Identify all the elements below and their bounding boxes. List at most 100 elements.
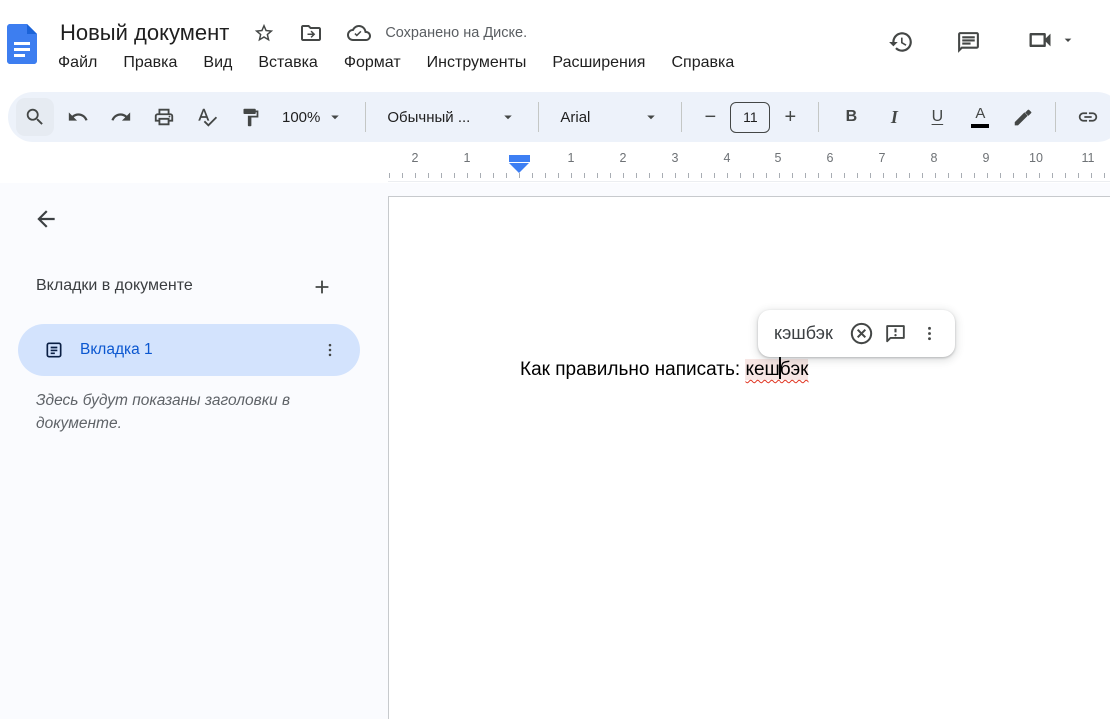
toolbar-divider xyxy=(365,102,367,132)
font-family-select[interactable]: Arial xyxy=(552,98,668,136)
arrow-drop-down-icon xyxy=(499,108,517,126)
zoom-value: 100% xyxy=(282,108,321,126)
document-title[interactable]: Новый документ xyxy=(60,20,229,46)
title-row: Новый документ Сохранено на Диске. xyxy=(60,16,527,50)
tab-document-icon xyxy=(44,340,64,360)
italic-button[interactable]: I xyxy=(875,98,913,136)
ruler-tick xyxy=(974,173,975,178)
font-size-input[interactable]: 11 xyxy=(730,101,771,133)
ruler-tick xyxy=(389,173,390,178)
zoom-select[interactable]: 100% xyxy=(274,98,352,136)
ruler-tick xyxy=(701,173,702,178)
ruler-tick xyxy=(961,173,962,178)
document-text-line[interactable]: Как правильно написать: кешбэк xyxy=(520,357,809,381)
toolbar-divider xyxy=(538,102,540,132)
close-tabs-panel-button[interactable] xyxy=(26,199,66,239)
text-color-button[interactable]: A xyxy=(961,98,999,136)
ruler-tick xyxy=(1091,173,1092,178)
paragraph-style-select[interactable]: Обычный ... xyxy=(379,98,525,136)
menu-item-file[interactable]: Файл xyxy=(58,54,97,72)
ruler-tick xyxy=(597,173,598,178)
paint-format-icon[interactable] xyxy=(231,98,269,136)
ruler-tick xyxy=(1000,173,1001,178)
menu-item-edit[interactable]: Правка xyxy=(123,54,177,72)
ruler-number: 4 xyxy=(723,151,731,165)
print-icon[interactable] xyxy=(145,98,183,136)
increase-font-size-button[interactable]: + xyxy=(775,98,805,136)
indent-marker-icon[interactable] xyxy=(508,155,530,173)
feedback-icon[interactable] xyxy=(879,317,913,351)
google-docs-logo-icon[interactable] xyxy=(7,24,37,64)
highlight-color-icon[interactable] xyxy=(1004,98,1042,136)
redo-icon[interactable] xyxy=(102,98,140,136)
tab-options-icon[interactable] xyxy=(314,334,346,366)
insert-link-icon[interactable] xyxy=(1069,98,1107,136)
spell-check-icon[interactable] xyxy=(188,98,226,136)
ruler-tick xyxy=(402,173,403,178)
content-area: Вкладки в документе Вкладка 1 Здесь буду… xyxy=(0,183,1110,719)
ruler-tick xyxy=(883,173,884,178)
menu-item-insert[interactable]: Вставка xyxy=(258,54,317,72)
ruler-tick xyxy=(688,173,689,178)
ruler-tick xyxy=(493,173,494,178)
ruler-tick xyxy=(467,173,468,178)
menu-item-help[interactable]: Справка xyxy=(671,54,734,72)
menu-bar: Файл Правка Вид Вставка Формат Инструменты Рас… xyxy=(58,50,734,76)
ruler-tick xyxy=(545,173,546,178)
version-history-icon[interactable] xyxy=(885,26,917,58)
ruler-tick xyxy=(727,173,728,178)
menu-item-extensions[interactable]: Расширения xyxy=(552,54,645,72)
menu-item-tools[interactable]: Инструменты xyxy=(427,54,527,72)
ruler-tick xyxy=(506,173,507,178)
document-page[interactable]: Как правильно написать: кешбэк кэшбэк xyxy=(388,196,1110,719)
ruler-tick xyxy=(519,173,520,178)
ruler-tick xyxy=(610,173,611,178)
ruler-tick xyxy=(818,173,819,178)
ruler-number: 2 xyxy=(619,151,627,165)
tabs-panel-heading: Вкладки в документе xyxy=(36,277,193,294)
menu-item-format[interactable]: Формат xyxy=(344,54,401,72)
undo-icon[interactable] xyxy=(59,98,97,136)
arrow-drop-down-icon xyxy=(326,108,344,126)
ruler-tick xyxy=(1078,173,1079,178)
star-icon[interactable] xyxy=(253,22,275,44)
toolbar-divider xyxy=(1055,102,1057,132)
comments-icon[interactable] xyxy=(952,26,984,58)
bold-button[interactable]: B xyxy=(832,98,870,136)
ignore-suggestion-icon[interactable] xyxy=(845,317,879,351)
sidebar-item-tab-1[interactable]: Вкладка 1 xyxy=(18,324,360,376)
decrease-font-size-button[interactable]: − xyxy=(695,98,725,136)
ruler-tick xyxy=(558,173,559,178)
text-color-bar xyxy=(971,124,990,128)
ruler-tick xyxy=(1013,173,1014,178)
ruler-tick xyxy=(948,173,949,178)
tab-label: Вкладка 1 xyxy=(80,341,153,358)
ruler-tick xyxy=(636,173,637,178)
chevron-down-icon[interactable] xyxy=(1060,32,1076,48)
arrow-left-icon xyxy=(33,206,59,232)
ruler-tick xyxy=(922,173,923,178)
saved-status[interactable]: Сохранено на Диске. xyxy=(385,25,527,41)
paragraph-style-value: Обычный ... xyxy=(387,108,471,126)
ruler-tick xyxy=(649,173,650,178)
cloud-saved-icon[interactable] xyxy=(347,21,372,45)
ruler-tick xyxy=(441,173,442,178)
ruler-tick xyxy=(935,173,936,178)
ruler-tick xyxy=(532,173,533,178)
ruler-number: 8 xyxy=(930,151,938,165)
spelling-suggestion[interactable]: кэшбэк xyxy=(774,323,833,344)
ruler-tick xyxy=(714,173,715,178)
move-to-folder-icon[interactable] xyxy=(299,21,323,45)
menu-item-view[interactable]: Вид xyxy=(203,54,232,72)
search-icon[interactable] xyxy=(16,98,54,136)
underline-button[interactable]: U xyxy=(918,98,956,136)
ruler-number: 1 xyxy=(463,151,471,165)
ruler-tick xyxy=(909,173,910,178)
horizontal-ruler[interactable]: 2 1 1 2 3 4 5 6 7 8 9 10 11 xyxy=(388,148,1110,182)
more-options-icon[interactable] xyxy=(913,317,947,351)
misspelled-word[interactable]: кешбэк xyxy=(745,357,809,380)
add-tab-button[interactable] xyxy=(304,269,340,305)
ruler-tick xyxy=(584,173,585,178)
video-call-button[interactable] xyxy=(1026,26,1076,54)
ruler-tick xyxy=(844,173,845,178)
